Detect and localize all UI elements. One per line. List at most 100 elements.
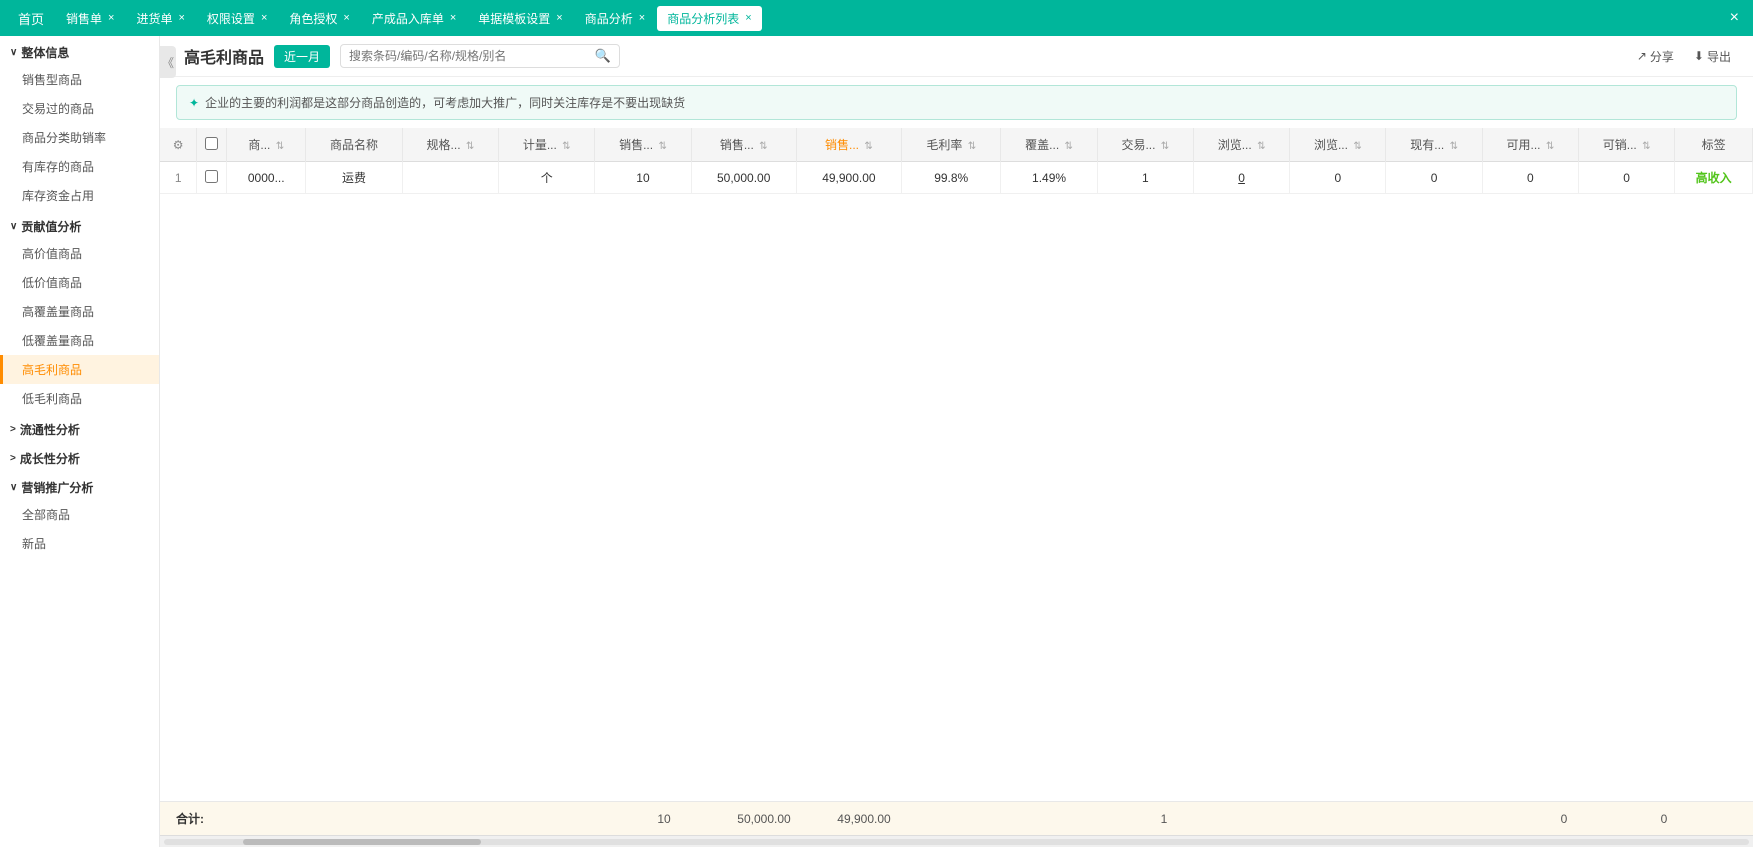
th-code[interactable]: 商... ⇅	[227, 128, 306, 162]
sidebar-item-stocked-products[interactable]: 有库存的商品	[0, 152, 159, 181]
cell-checkbox[interactable]	[197, 162, 227, 194]
sidebar-item-high-coverage[interactable]: 高覆盖量商品	[0, 297, 159, 326]
sidebar-item-category-rate[interactable]: 商品分类助销率	[0, 123, 159, 152]
group-label-contribution: 贡献值分析	[21, 218, 81, 235]
sidebar-item-low-coverage[interactable]: 低覆盖量商品	[0, 326, 159, 355]
sidebar-group-flow[interactable]: > 流通性分析	[0, 413, 159, 442]
nav-close-sales[interactable]: ×	[108, 12, 114, 24]
sort-icon-unit: ⇅	[562, 141, 570, 152]
sidebar-group-overall[interactable]: ∨ 整体信息	[0, 36, 159, 65]
sort-icon-sales3: ⇅	[864, 141, 872, 152]
footer-sales2: 50,000.00	[724, 812, 804, 826]
footer-transaction: 1	[1124, 812, 1204, 826]
th-saleable[interactable]: 可销... ⇅	[1579, 128, 1675, 162]
th-tag[interactable]: 标签	[1675, 128, 1753, 162]
sort-icon-spec: ⇅	[466, 141, 474, 152]
cell-code: 0000...	[227, 162, 306, 194]
table-container[interactable]: ⚙ 商... ⇅ 商品名称 规格...	[160, 128, 1753, 801]
nav-close-template[interactable]: ×	[556, 12, 562, 24]
select-all-checkbox[interactable]	[205, 137, 218, 150]
th-sales1[interactable]: 销售... ⇅	[595, 128, 691, 162]
export-button[interactable]: ⬇ 导出	[1688, 45, 1737, 68]
th-sales3[interactable]: 销售... ⇅	[796, 128, 901, 162]
scrollbar-thumb[interactable]	[243, 839, 481, 845]
search-input[interactable]	[349, 49, 595, 63]
sidebar-collapse-button[interactable]: 《	[160, 46, 176, 78]
th-coverage[interactable]: 覆盖... ⇅	[1001, 128, 1097, 162]
main-layout: ∨ 整体信息 销售型商品 交易过的商品 商品分类助销率 有库存的商品 库存资金占…	[0, 36, 1753, 847]
export-icon: ⬇	[1694, 49, 1704, 63]
th-name[interactable]: 商品名称	[306, 128, 403, 162]
nav-template-settings[interactable]: 单据模板设置 ×	[468, 6, 572, 31]
sort-icon-saleable: ⇅	[1642, 141, 1650, 152]
sidebar-item-all-products[interactable]: 全部商品	[0, 500, 159, 529]
nav-close-purchase[interactable]: ×	[178, 12, 184, 24]
sidebar-item-high-value[interactable]: 高价值商品	[0, 239, 159, 268]
group-arrow-contribution: ∨	[10, 221, 17, 232]
th-available[interactable]: 可用... ⇅	[1482, 128, 1578, 162]
nav-close-analysis-list[interactable]: ×	[745, 12, 751, 24]
info-icon: ✦	[189, 96, 199, 110]
sidebar-item-sales-products[interactable]: 销售型商品	[0, 65, 159, 94]
nav-home[interactable]: 首页	[8, 5, 54, 32]
nav-product-analysis[interactable]: 商品分析 ×	[575, 6, 655, 31]
sidebar: ∨ 整体信息 销售型商品 交易过的商品 商品分类助销率 有库存的商品 库存资金占…	[0, 36, 160, 847]
sort-icon-sales2: ⇅	[759, 141, 767, 152]
th-spec[interactable]: 规格... ⇅	[402, 128, 498, 162]
page-title: 高毛利商品	[184, 44, 264, 68]
horizontal-scrollbar[interactable]	[160, 835, 1753, 847]
content-area: 《 高毛利商品 近一月 🔍 ↗ 分享 ⬇ 导出 ✦ 企	[160, 36, 1753, 847]
nav-close-analysis[interactable]: ×	[639, 12, 645, 24]
group-label-growth: 成长性分析	[20, 450, 80, 467]
group-arrow-marketing: ∨	[10, 482, 17, 493]
th-unit[interactable]: 计量... ⇅	[499, 128, 595, 162]
nav-product-analysis-list[interactable]: 商品分析列表 ×	[657, 6, 761, 31]
sidebar-item-new-products[interactable]: 新品	[0, 529, 159, 558]
settings-icon[interactable]: ⚙	[173, 138, 184, 152]
nav-product-entry[interactable]: 产成品入库单 ×	[362, 6, 466, 31]
sort-icon-coverage: ⇅	[1065, 141, 1073, 152]
sidebar-group-contribution[interactable]: ∨ 贡献值分析	[0, 210, 159, 239]
info-text: 企业的主要的利润都是这部分商品创造的，可考虑加大推广，同时关注库存是不要出现缺货	[205, 94, 685, 111]
nav-close-product-entry[interactable]: ×	[450, 12, 456, 24]
cell-browse2: 0	[1290, 162, 1386, 194]
cell-available: 0	[1482, 162, 1578, 194]
window-close-button[interactable]: ×	[1724, 7, 1745, 29]
sidebar-item-inventory-capital[interactable]: 库存资金占用	[0, 181, 159, 210]
top-navigation: 首页 销售单 × 进货单 × 权限设置 × 角色授权 × 产成品入库单 × 单据…	[0, 0, 1753, 36]
cell-browse1[interactable]: 0	[1193, 162, 1289, 194]
footer-label: 合计:	[176, 810, 204, 827]
th-gross-rate[interactable]: 毛利率 ⇅	[902, 128, 1001, 162]
sidebar-group-growth[interactable]: > 成长性分析	[0, 442, 159, 471]
cell-name: 运费	[306, 162, 403, 194]
th-sales2[interactable]: 销售... ⇅	[691, 128, 796, 162]
th-browse2[interactable]: 浏览... ⇅	[1290, 128, 1386, 162]
search-icon[interactable]: 🔍	[595, 48, 611, 64]
nav-purchase-order[interactable]: 进货单 ×	[126, 6, 194, 31]
footer-saleable: 0	[1624, 812, 1704, 826]
sidebar-item-traded-products[interactable]: 交易过的商品	[0, 94, 159, 123]
products-table: ⚙ 商... ⇅ 商品名称 规格...	[160, 128, 1753, 194]
row-checkbox[interactable]	[205, 170, 218, 183]
sidebar-item-high-margin[interactable]: 高毛利商品	[0, 355, 159, 384]
sidebar-item-low-value[interactable]: 低价值商品	[0, 268, 159, 297]
th-browse1[interactable]: 浏览... ⇅	[1193, 128, 1289, 162]
nav-sales-order[interactable]: 销售单 ×	[56, 6, 124, 31]
filter-recent-month-button[interactable]: 近一月	[274, 45, 330, 68]
sort-icon-code: ⇅	[276, 141, 284, 152]
th-checkbox[interactable]	[197, 128, 227, 162]
th-transaction[interactable]: 交易... ⇅	[1097, 128, 1193, 162]
share-button[interactable]: ↗ 分享	[1631, 45, 1680, 68]
nav-permissions[interactable]: 权限设置 ×	[197, 6, 277, 31]
group-label-flow: 流通性分析	[20, 421, 80, 438]
table-header-row: ⚙ 商... ⇅ 商品名称 规格...	[160, 128, 1753, 162]
sidebar-item-low-margin[interactable]: 低毛利商品	[0, 384, 159, 413]
cell-current: 0	[1386, 162, 1482, 194]
sidebar-group-marketing[interactable]: ∨ 营销推广分析	[0, 471, 159, 500]
content-header: 高毛利商品 近一月 🔍 ↗ 分享 ⬇ 导出	[160, 36, 1753, 77]
th-settings[interactable]: ⚙	[160, 128, 197, 162]
nav-roles[interactable]: 角色授权 ×	[279, 6, 359, 31]
nav-close-permissions[interactable]: ×	[261, 12, 267, 24]
nav-close-roles[interactable]: ×	[343, 12, 349, 24]
th-current[interactable]: 现有... ⇅	[1386, 128, 1482, 162]
